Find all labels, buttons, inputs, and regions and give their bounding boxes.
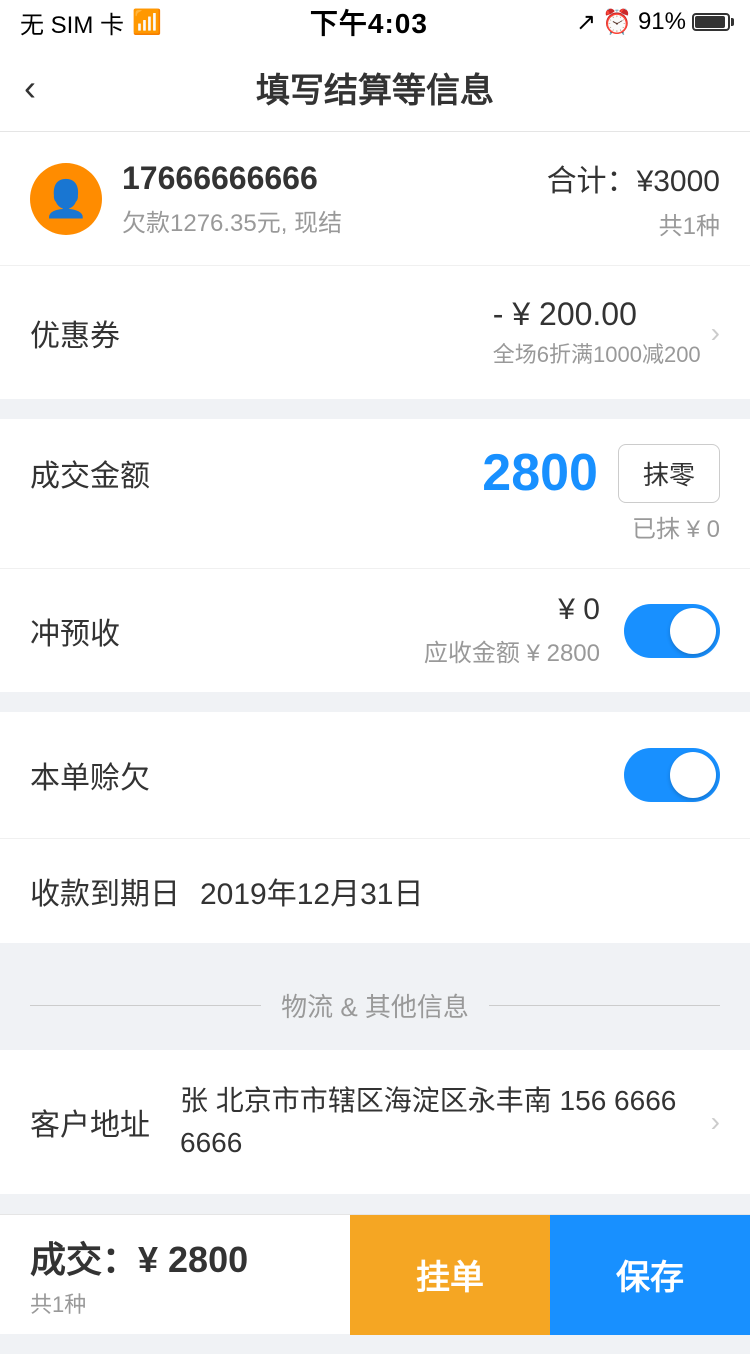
nav-bar: ‹ 填写结算等信息 [0, 44, 750, 132]
wifi-icon: 📶 [132, 8, 162, 37]
debt-toggle[interactable] [624, 748, 720, 802]
debt-toggle-knob [670, 752, 716, 798]
chevron-right-icon: › [711, 317, 720, 349]
section-divider-1 [0, 399, 750, 419]
user-info: 17666666666 欠款1276.35元, 现结 [122, 160, 547, 238]
summary-label: 成交： [30, 1239, 138, 1280]
coupon-right: - ¥ 200.00 全场6折满1000减200 › [493, 296, 720, 369]
total-amount: ¥3000 [637, 165, 720, 198]
bottom-bar: 成交：¥ 2800 共1种 挂单 保存 [0, 1214, 750, 1334]
coupon-label: 优惠券 [30, 311, 120, 355]
deal-amount-right: 2800 抹零 [482, 443, 720, 503]
deal-amount-row: 成交金额 2800 抹零 [30, 443, 720, 503]
prereceive-main-amount: ¥ 0 [424, 593, 600, 627]
address-value: 张 北京市市辖区海淀区永丰南 156 6666 6666 [180, 1080, 701, 1164]
prereceive-toggle[interactable] [624, 604, 720, 658]
deal-amount-label: 成交金额 [30, 451, 150, 495]
deal-amount-value: 2800 [482, 443, 598, 503]
debt-row: 本单赊欠 [0, 712, 750, 838]
user-avatar: 👤 [30, 163, 102, 235]
bottom-summary-main: 成交：¥ 2800 [30, 1231, 320, 1283]
bottom-summary: 成交：¥ 2800 共1种 [0, 1231, 350, 1319]
bottom-summary-count: 共1种 [30, 1287, 320, 1319]
battery-icon [692, 13, 730, 31]
total-label: 合计： [547, 165, 637, 198]
prereceive-row: 冲预收 ¥ 0 应收金额 ¥ 2800 [0, 568, 750, 692]
alarm-icon: ⏰ [602, 8, 632, 37]
user-total: 合计：¥3000 共1种 [547, 156, 720, 241]
prereceive-right: ¥ 0 应收金额 ¥ 2800 [424, 593, 720, 668]
user-phone: 17666666666 [122, 160, 547, 197]
status-bar: 无 SIM 卡 📶 下午4:03 ↗ ⏰ 91% [0, 0, 750, 44]
prereceive-sub-text: 应收金额 ¥ 2800 [424, 633, 600, 668]
carrier-text: 无 SIM 卡 [20, 5, 124, 40]
coupon-row[interactable]: 优惠券 - ¥ 200.00 全场6折满1000减200 › [0, 265, 750, 399]
address-label: 客户地址 [30, 1100, 150, 1144]
avatar-icon: 👤 [44, 178, 89, 220]
user-total-count: 共1种 [547, 206, 720, 241]
back-button[interactable]: ‹ [24, 67, 36, 109]
section-divider-3 [0, 943, 750, 963]
battery-percent: 91% [638, 8, 686, 36]
coupon-amount: - ¥ 200.00 [493, 296, 701, 333]
location-icon: ↗ [576, 8, 596, 37]
logistics-label: 物流 & 其他信息 [281, 987, 469, 1024]
duedate-label: 收款到期日 [30, 869, 180, 913]
prereceive-amounts: ¥ 0 应收金额 ¥ 2800 [424, 593, 600, 668]
status-right: ↗ ⏰ 91% [576, 8, 730, 37]
duedate-row: 收款到期日 2019年12月31日 [0, 838, 750, 943]
round-zero-button[interactable]: 抹零 [618, 444, 720, 503]
debt-label: 本单赊欠 [30, 753, 150, 797]
deal-amount-section: 成交金额 2800 抹零 已抹 ¥ 0 [0, 419, 750, 568]
user-info-row: 👤 17666666666 欠款1276.35元, 现结 合计：¥3000 共1… [0, 132, 750, 265]
deal-sub-text: 已抹 ¥ 0 [30, 509, 720, 544]
coupon-desc: 全场6折满1000减200 [493, 337, 701, 369]
pending-button[interactable]: 挂单 [350, 1215, 550, 1335]
status-time: 下午4:03 [310, 2, 428, 42]
logistics-separator: 物流 & 其他信息 [0, 963, 750, 1048]
toggle-knob [670, 608, 716, 654]
prereceive-label: 冲预收 [30, 609, 120, 653]
summary-amount: ¥ 2800 [138, 1239, 248, 1280]
user-sub-text: 欠款1276.35元, 现结 [122, 203, 547, 238]
address-row[interactable]: 客户地址 张 北京市市辖区海淀区永丰南 156 6666 6666 › [0, 1050, 750, 1194]
coupon-info: - ¥ 200.00 全场6折满1000减200 [493, 296, 701, 369]
page-title: 填写结算等信息 [256, 63, 494, 112]
status-left: 无 SIM 卡 📶 [20, 5, 162, 40]
section-divider-2 [0, 692, 750, 712]
save-button[interactable]: 保存 [550, 1215, 750, 1335]
user-total-amount: 合计：¥3000 [547, 156, 720, 200]
address-chevron-icon: › [711, 1106, 720, 1138]
duedate-value: 2019年12月31日 [200, 869, 423, 913]
